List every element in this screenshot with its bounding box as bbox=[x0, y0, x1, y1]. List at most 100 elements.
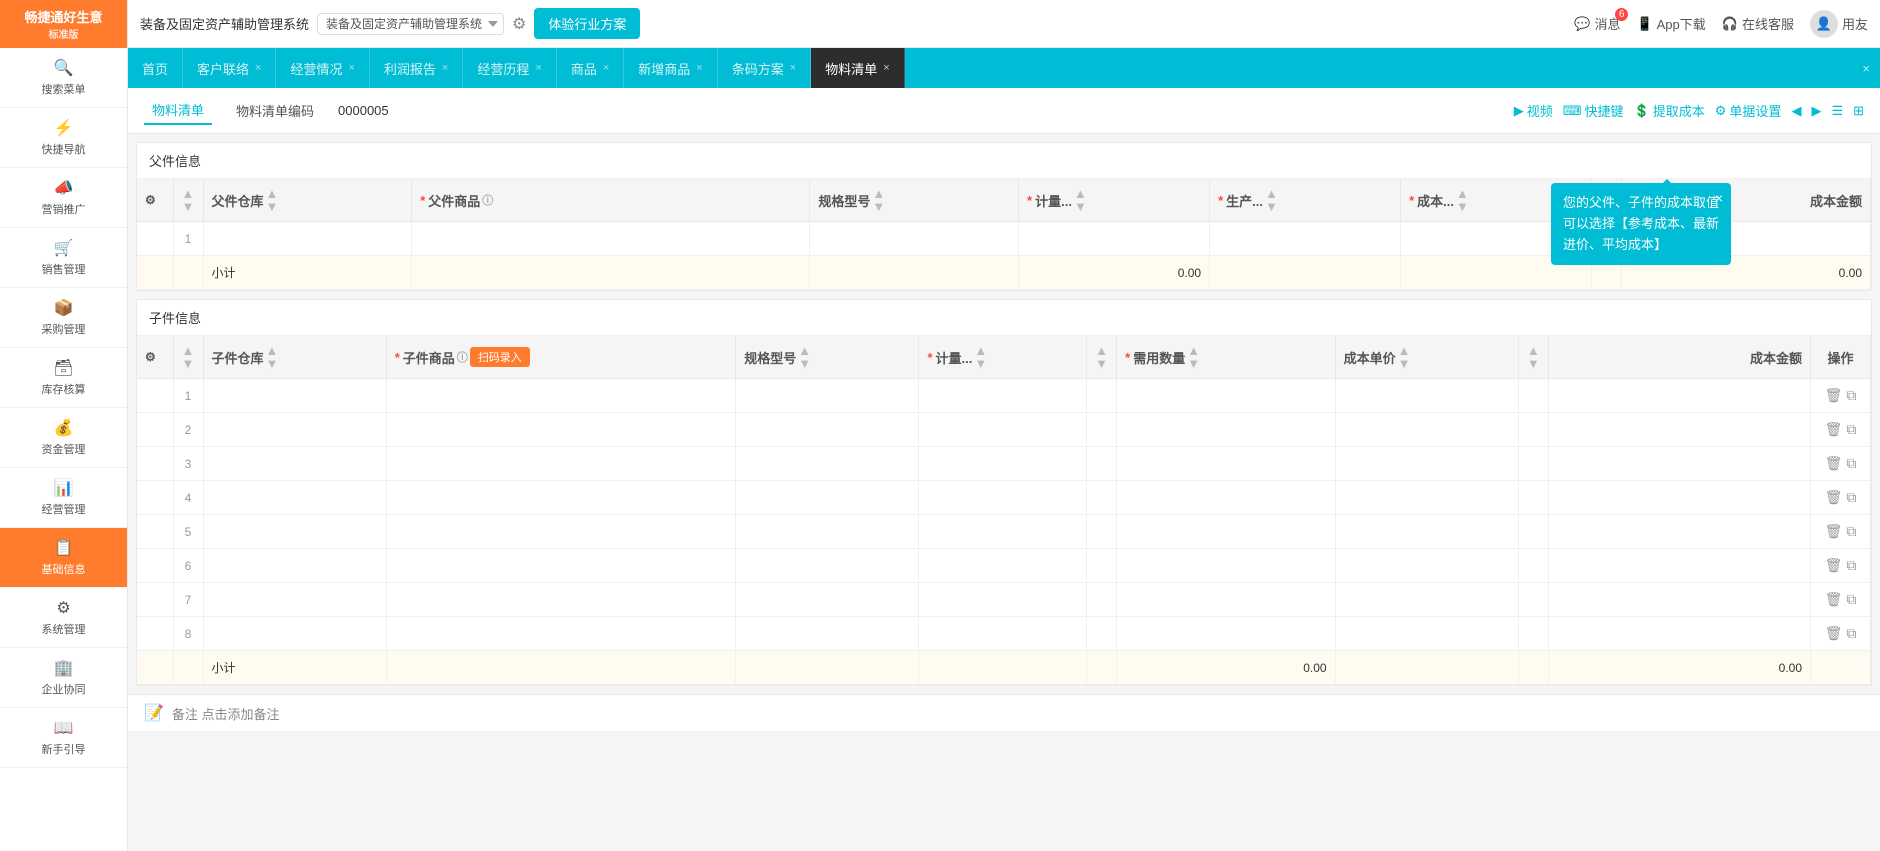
sidebar-item-quick-nav[interactable]: ⚡ 快捷导航 bbox=[0, 108, 127, 168]
extract-cost-action[interactable]: 💲 提取成本 bbox=[1634, 101, 1705, 120]
child-row3-warehouse[interactable] bbox=[203, 447, 386, 481]
copy-icon[interactable]: ⧉ bbox=[1846, 625, 1856, 642]
trial-button[interactable]: 体验行业方案 bbox=[534, 8, 640, 39]
settings-gear-icon[interactable]: ⚙ bbox=[512, 14, 526, 34]
nav-prev[interactable]: ◀ bbox=[1791, 103, 1801, 119]
child-row1-goods[interactable] bbox=[386, 379, 735, 413]
user-item[interactable]: 👤 用友 bbox=[1810, 10, 1868, 38]
child-row2-goods[interactable] bbox=[386, 413, 735, 447]
sidebar-item-search[interactable]: 🔍 搜索菜单 bbox=[0, 48, 127, 108]
tab-goods-close[interactable]: × bbox=[603, 62, 609, 74]
tab-barcode-close[interactable]: × bbox=[790, 62, 796, 74]
nav-next[interactable]: ▶ bbox=[1811, 103, 1821, 119]
child-row1-needed[interactable] bbox=[1117, 379, 1335, 413]
child-row1-unit[interactable] bbox=[919, 379, 1087, 413]
tab-home[interactable]: 首页 bbox=[128, 48, 183, 88]
delete-icon[interactable]: 🗑 bbox=[1825, 625, 1843, 642]
child-row4-goods[interactable] bbox=[386, 481, 735, 515]
tab-history[interactable]: 经营历程 × bbox=[463, 48, 556, 88]
sidebar-item-enterprise[interactable]: 🏢 企业协同 bbox=[0, 648, 127, 708]
copy-icon[interactable]: ⧉ bbox=[1846, 387, 1856, 404]
tab-new-goods-close[interactable]: × bbox=[696, 62, 702, 74]
child-row8-warehouse[interactable] bbox=[203, 617, 386, 651]
copy-icon[interactable]: ⧉ bbox=[1846, 455, 1856, 472]
sidebar-item-inventory[interactable]: 🗃 库存核算 bbox=[0, 348, 127, 408]
child-row5-goods[interactable] bbox=[386, 515, 735, 549]
child-row7-warehouse[interactable] bbox=[203, 583, 386, 617]
bottom-hint[interactable]: 📝 备注 点击添加备注 bbox=[128, 694, 1880, 731]
copy-icon[interactable]: ⧉ bbox=[1846, 557, 1856, 574]
delete-icon[interactable]: 🗑 bbox=[1825, 455, 1843, 472]
child-row4-unit[interactable] bbox=[919, 481, 1087, 515]
child-row5-unit[interactable] bbox=[919, 515, 1087, 549]
child-row7-goods[interactable] bbox=[386, 583, 735, 617]
child-row2-needed[interactable] bbox=[1117, 413, 1335, 447]
tab-barcode[interactable]: 条码方案 × bbox=[718, 48, 811, 88]
parent-col-gear[interactable]: ⚙ bbox=[137, 179, 173, 222]
child-row3-goods[interactable] bbox=[386, 447, 735, 481]
message-badge-item[interactable]: 💬 消息 6 bbox=[1574, 14, 1620, 33]
single-settings-action[interactable]: ⚙ 单据设置 bbox=[1715, 101, 1782, 120]
view-action[interactable]: ▶ 视频 bbox=[1514, 101, 1553, 120]
tab-bom[interactable]: 物料清单 × bbox=[811, 48, 904, 88]
tab-goods[interactable]: 商品 × bbox=[557, 48, 624, 88]
tab-bom-close[interactable]: × bbox=[883, 62, 889, 74]
scan-button[interactable]: 扫码录入 bbox=[470, 347, 530, 367]
delete-icon[interactable]: 🗑 bbox=[1825, 591, 1843, 608]
page-tab-bom-code-label[interactable]: 物料清单编码 bbox=[228, 97, 322, 124]
delete-icon[interactable]: 🗑 bbox=[1825, 489, 1843, 506]
delete-icon[interactable]: 🗑 bbox=[1825, 421, 1843, 438]
tab-new-goods[interactable]: 新增商品 × bbox=[624, 48, 717, 88]
child-row6-warehouse[interactable] bbox=[203, 549, 386, 583]
copy-icon[interactable]: ⧉ bbox=[1846, 523, 1856, 540]
child-row7-unit[interactable] bbox=[919, 583, 1087, 617]
child-row2-unit[interactable] bbox=[919, 413, 1087, 447]
parent-row1-warehouse[interactable] bbox=[203, 222, 412, 256]
child-col-gear[interactable]: ⚙ bbox=[137, 336, 173, 379]
tooltip-close-btn[interactable]: × bbox=[1715, 187, 1723, 209]
child-row3-unit[interactable] bbox=[919, 447, 1087, 481]
parent-row1-production[interactable] bbox=[1210, 222, 1401, 256]
child-row8-needed[interactable] bbox=[1117, 617, 1335, 651]
page-tab-bom-list[interactable]: 物料清单 bbox=[144, 96, 212, 125]
tab-operation-status[interactable]: 经营情况 × bbox=[276, 48, 369, 88]
list-view-icon[interactable]: ☰ bbox=[1831, 103, 1843, 119]
delete-icon[interactable]: 🗑 bbox=[1825, 557, 1843, 574]
sidebar-item-basic[interactable]: 📋 基础信息 bbox=[0, 528, 127, 588]
child-row7-needed[interactable] bbox=[1117, 583, 1335, 617]
child-row2-warehouse[interactable] bbox=[203, 413, 386, 447]
sidebar-item-guide[interactable]: 📖 新手引导 bbox=[0, 708, 127, 768]
app-download-item[interactable]: 📱 App下载 bbox=[1636, 14, 1705, 33]
child-row8-goods[interactable] bbox=[386, 617, 735, 651]
delete-icon[interactable]: 🗑 bbox=[1825, 523, 1843, 540]
child-row3-needed[interactable] bbox=[1117, 447, 1335, 481]
tab-profit[interactable]: 利润报告 × bbox=[370, 48, 463, 88]
copy-icon[interactable]: ⧉ bbox=[1846, 421, 1856, 438]
tab-profit-close[interactable]: × bbox=[442, 62, 448, 74]
tab-customer[interactable]: 客户联络 × bbox=[183, 48, 276, 88]
shortcut-action[interactable]: ⌨ 快捷键 bbox=[1563, 101, 1624, 120]
tab-history-close[interactable]: × bbox=[535, 62, 541, 74]
child-row1-warehouse[interactable] bbox=[203, 379, 386, 413]
child-row6-needed[interactable] bbox=[1117, 549, 1335, 583]
child-row4-needed[interactable] bbox=[1117, 481, 1335, 515]
sidebar-item-marketing[interactable]: 📣 营销推广 bbox=[0, 168, 127, 228]
close-all-tabs[interactable]: × bbox=[1852, 61, 1880, 76]
system-selector[interactable]: 装备及固定资产辅助管理系统 bbox=[317, 13, 504, 35]
sidebar-item-system[interactable]: ⚙ 系统管理 bbox=[0, 588, 127, 648]
child-row4-warehouse[interactable] bbox=[203, 481, 386, 515]
parent-row1-unit[interactable] bbox=[1019, 222, 1210, 256]
tab-operation-close[interactable]: × bbox=[348, 62, 354, 74]
sidebar-item-operation[interactable]: 📊 经营管理 bbox=[0, 468, 127, 528]
online-service-item[interactable]: 🎧 在线客服 bbox=[1722, 14, 1794, 33]
child-row5-needed[interactable] bbox=[1117, 515, 1335, 549]
copy-icon[interactable]: ⧉ bbox=[1846, 591, 1856, 608]
sidebar-item-sales[interactable]: 🛒 销售管理 bbox=[0, 228, 127, 288]
tab-customer-close[interactable]: × bbox=[255, 62, 261, 74]
child-row6-goods[interactable] bbox=[386, 549, 735, 583]
delete-icon[interactable]: 🗑 bbox=[1825, 387, 1843, 404]
child-row5-warehouse[interactable] bbox=[203, 515, 386, 549]
child-row6-unit[interactable] bbox=[919, 549, 1087, 583]
copy-icon[interactable]: ⧉ bbox=[1846, 489, 1856, 506]
sidebar-item-purchase[interactable]: 📦 采购管理 bbox=[0, 288, 127, 348]
